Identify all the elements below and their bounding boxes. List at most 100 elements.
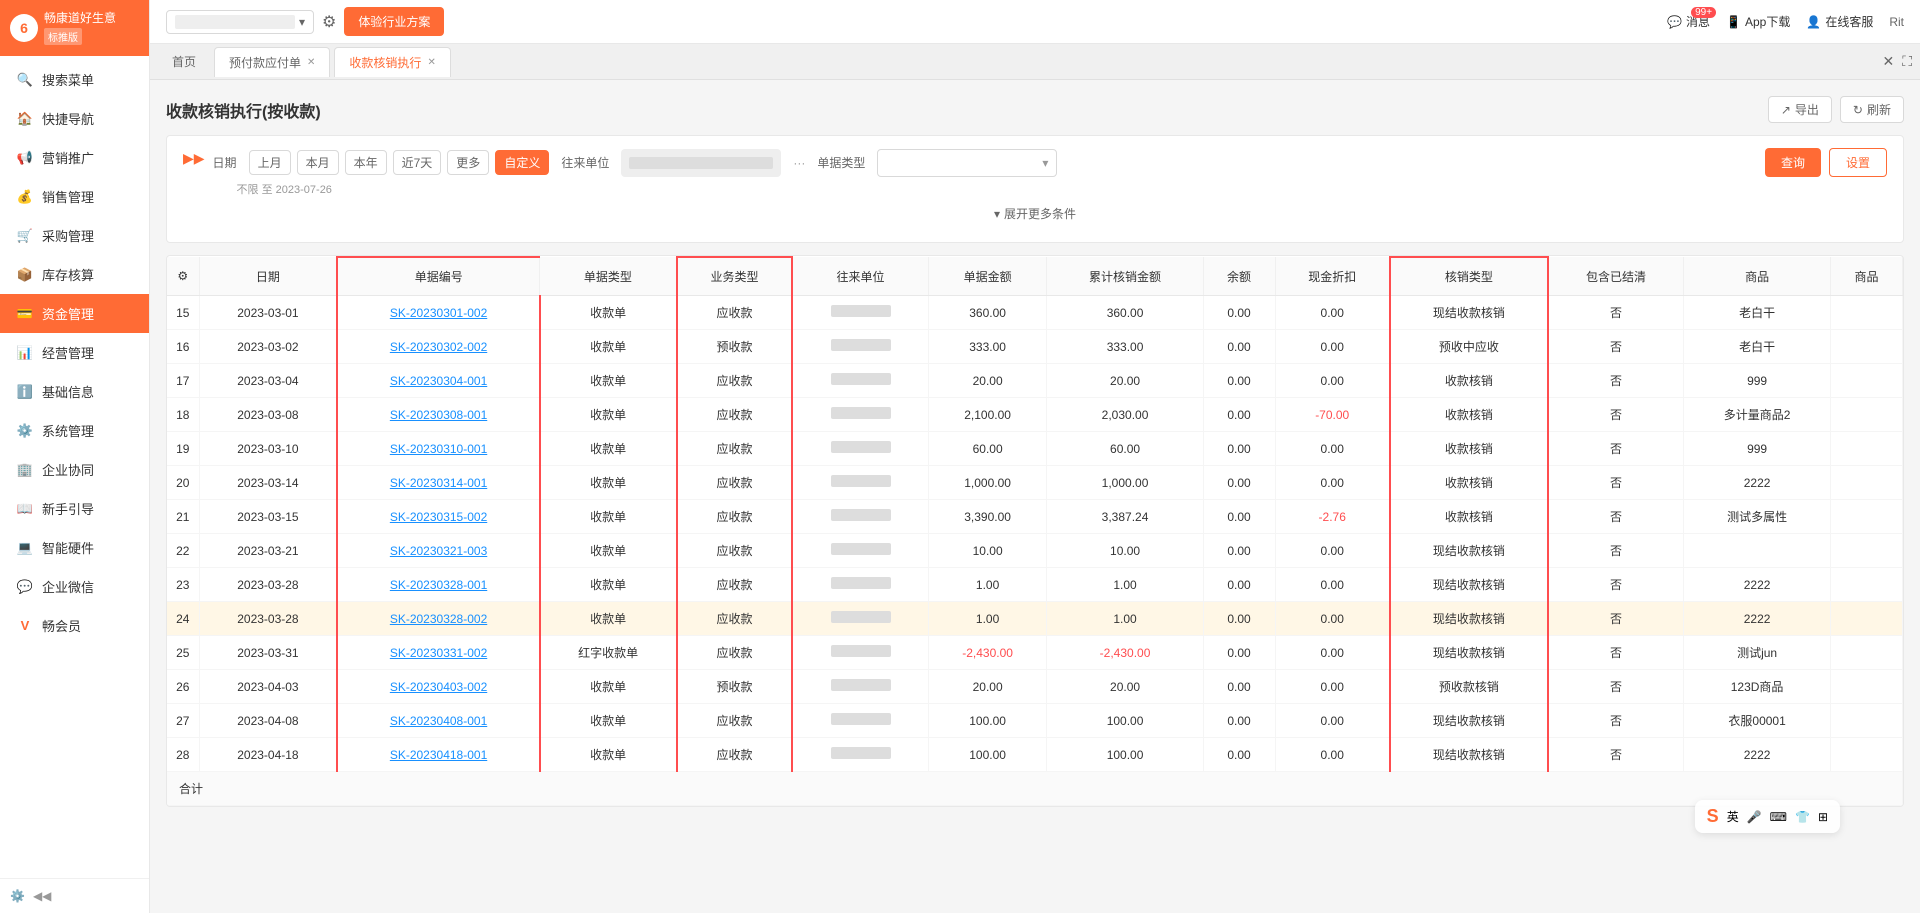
sidebar-item-corp[interactable]: 🏢 企业协同: [0, 450, 149, 489]
gear-icon[interactable]: ⚙: [322, 12, 336, 32]
sidebar-item-basic[interactable]: ℹ️ 基础信息: [0, 372, 149, 411]
row-docno[interactable]: SK-20230310-001: [337, 432, 539, 466]
settings-button[interactable]: 设置: [1829, 148, 1887, 177]
row-docno-link[interactable]: SK-20230418-001: [390, 748, 487, 762]
row-amount: 60.00: [928, 432, 1047, 466]
sidebar-item-label: 搜索菜单: [42, 70, 94, 89]
user-name[interactable]: Rit: [1889, 15, 1904, 29]
row-docno-link[interactable]: SK-20230328-001: [390, 578, 487, 592]
row-included: 否: [1548, 738, 1684, 772]
row-docno[interactable]: SK-20230418-001: [337, 738, 539, 772]
row-docno-link[interactable]: SK-20230331-002: [390, 646, 487, 660]
sidebar-item-finance[interactable]: 💳 资金管理: [0, 294, 149, 333]
row-goods2: [1830, 704, 1902, 738]
sidebar-item-shortcut[interactable]: 🏠 快捷导航: [0, 99, 149, 138]
more-date-btn[interactable]: 更多: [447, 150, 489, 175]
row-docno[interactable]: SK-20230302-002: [337, 330, 539, 364]
row-docno-link[interactable]: SK-20230315-002: [390, 510, 487, 524]
row-docno-link[interactable]: SK-20230304-001: [390, 374, 487, 388]
refresh-button[interactable]: ↻ 刷新: [1840, 96, 1904, 123]
row-docno[interactable]: SK-20230328-001: [337, 568, 539, 602]
this-year-btn[interactable]: 本年: [345, 150, 387, 175]
row-docno-link[interactable]: SK-20230302-002: [390, 340, 487, 354]
row-num: 16: [167, 330, 199, 364]
row-partner: [792, 466, 928, 500]
message-button[interactable]: 💬 消息 99+: [1667, 13, 1710, 30]
collapse-icon[interactable]: ◀◀: [33, 889, 51, 903]
tab-payment-order[interactable]: 预付款应付单 ✕: [214, 47, 330, 77]
logo-icon: 6: [10, 14, 38, 42]
row-docno-link[interactable]: SK-20230321-003: [390, 544, 487, 558]
filter-content: 日期 上月 本月 本年 近7天 更多 自定义 往来单位: [213, 148, 1887, 197]
partner-filter-input[interactable]: [621, 149, 781, 177]
table-row: 212023-03-15SK-20230315-002收款单应收款3,390.0…: [167, 500, 1903, 534]
last-month-btn[interactable]: 上月: [249, 150, 291, 175]
tab-collection-cancel[interactable]: 收款核销执行 ✕: [334, 47, 450, 77]
company-selector[interactable]: ▾: [166, 10, 314, 34]
sidebar-item-hardware[interactable]: 💻 智能硬件: [0, 528, 149, 567]
sidebar-item-operation[interactable]: 📊 经营管理: [0, 333, 149, 372]
row-docno[interactable]: SK-20230304-001: [337, 364, 539, 398]
col-settings[interactable]: ⚙: [167, 257, 199, 296]
close-tab-icon[interactable]: ✕: [1882, 53, 1894, 70]
tab-home[interactable]: 首页: [158, 47, 210, 76]
collection-tab-label: 收款核销执行: [349, 54, 421, 71]
sidebar-item-member[interactable]: V 畅会员: [0, 606, 149, 645]
row-docno[interactable]: SK-20230403-002: [337, 670, 539, 704]
row-docno[interactable]: SK-20230301-002: [337, 296, 539, 330]
row-docno-link[interactable]: SK-20230408-001: [390, 714, 487, 728]
sidebar-item-wechat[interactable]: 💬 企业微信: [0, 567, 149, 606]
row-docno-link[interactable]: SK-20230328-002: [390, 612, 487, 626]
sidebar-item-purchase[interactable]: 🛒 采购管理: [0, 216, 149, 255]
expand-tab-icon[interactable]: ⛶: [1902, 53, 1912, 70]
sidebar-item-system[interactable]: ⚙️ 系统管理: [0, 411, 149, 450]
date-filter-label: 日期: [213, 154, 237, 171]
row-docno[interactable]: SK-20230408-001: [337, 704, 539, 738]
row-docno-link[interactable]: SK-20230314-001: [390, 476, 487, 490]
col-discount: 现金折扣: [1275, 257, 1390, 296]
row-docno[interactable]: SK-20230314-001: [337, 466, 539, 500]
online-service-button[interactable]: 👤 在线客服: [1806, 13, 1873, 30]
row-discount: 0.00: [1275, 568, 1390, 602]
row-cancel-amount: 60.00: [1047, 432, 1203, 466]
this-month-btn[interactable]: 本月: [297, 150, 339, 175]
row-docno[interactable]: SK-20230308-001: [337, 398, 539, 432]
row-included: 否: [1548, 296, 1684, 330]
row-doctype: 收款单: [540, 296, 677, 330]
row-docno[interactable]: SK-20230321-003: [337, 534, 539, 568]
chevron-down-icon: ▾: [1042, 156, 1048, 170]
row-included: 否: [1548, 534, 1684, 568]
doc-type-filter-select[interactable]: ▾: [877, 149, 1057, 177]
sidebar-item-search[interactable]: 🔍 搜索菜单: [0, 60, 149, 99]
close-collection-tab-icon[interactable]: ✕: [427, 57, 435, 68]
row-docno-link[interactable]: SK-20230310-001: [390, 442, 487, 456]
sidebar-item-marketing[interactable]: 📢 营销推广: [0, 138, 149, 177]
custom-date-btn[interactable]: 自定义: [495, 150, 549, 175]
app-download-button[interactable]: 📱 App下载: [1726, 13, 1790, 30]
row-biztype: 应收款: [677, 704, 793, 738]
row-goods2: [1830, 466, 1902, 500]
row-goods2: [1830, 670, 1902, 704]
row-discount: 0.00: [1275, 466, 1390, 500]
row-balance: 0.00: [1203, 432, 1275, 466]
close-payment-tab-icon[interactable]: ✕: [307, 57, 315, 68]
row-docno-link[interactable]: SK-20230301-002: [390, 306, 487, 320]
row-amount: -2,430.00: [928, 636, 1047, 670]
row-docno[interactable]: SK-20230331-002: [337, 636, 539, 670]
filter-collapse-icon[interactable]: ▶▶: [183, 150, 205, 167]
row-docno[interactable]: SK-20230315-002: [337, 500, 539, 534]
sidebar-item-guide[interactable]: 📖 新手引导: [0, 489, 149, 528]
row-docno-link[interactable]: SK-20230308-001: [390, 408, 487, 422]
industry-solution-button[interactable]: 体验行业方案: [344, 7, 444, 36]
export-button[interactable]: ↗ 导出: [1768, 96, 1832, 123]
sidebar-item-inventory[interactable]: 📦 库存核算: [0, 255, 149, 294]
row-docno-link[interactable]: SK-20230403-002: [390, 680, 487, 694]
sidebar-item-sales[interactable]: 💰 销售管理: [0, 177, 149, 216]
expand-conditions-button[interactable]: ▾ 展开更多条件: [994, 201, 1076, 226]
row-goods2: [1830, 636, 1902, 670]
shirt-icon: 👕: [1795, 810, 1810, 824]
settings-icon[interactable]: ⚙️: [10, 889, 25, 903]
row-docno[interactable]: SK-20230328-002: [337, 602, 539, 636]
query-button[interactable]: 查询: [1765, 148, 1821, 177]
last-7days-btn[interactable]: 近7天: [393, 150, 442, 175]
